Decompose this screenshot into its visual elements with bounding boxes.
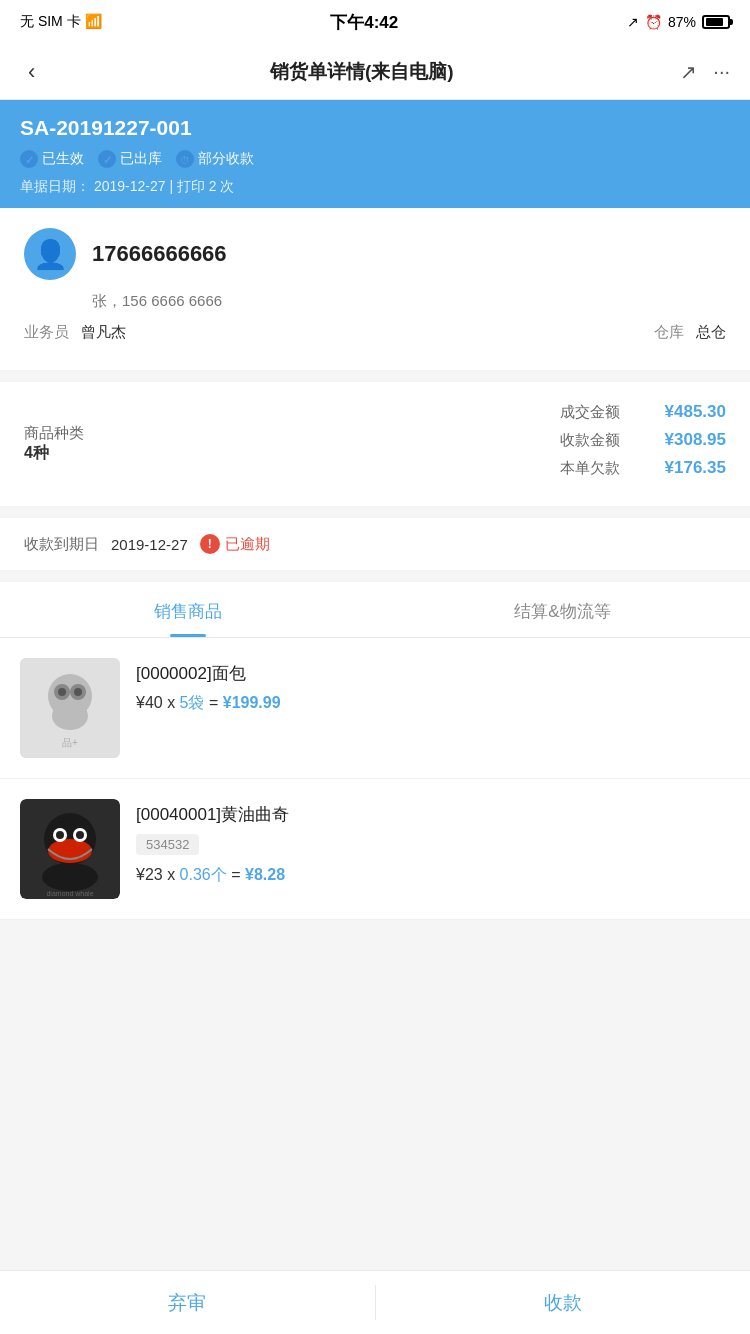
back-button[interactable]: ‹ (20, 51, 43, 93)
product-info-2: [00040001]黄油曲奇 534532 ¥23 x 0.36个 = ¥8.2… (136, 799, 730, 886)
summary-left: 商品种类 4种 (24, 402, 84, 486)
tab-products[interactable]: 销售商品 (0, 582, 375, 637)
header-badges: 已生效 已出库 部分收款 (20, 150, 730, 168)
product-qty-2: 0.36个 (180, 866, 227, 883)
confirm-button[interactable]: 收款 (376, 1271, 751, 1334)
status-time: 下午4:42 (330, 11, 398, 34)
salesperson-value: 曾凡杰 (81, 323, 126, 340)
customer-info-row: 业务员 曾凡杰 仓库 总仓 (24, 323, 726, 342)
product-unit-2: ¥23 x (136, 866, 180, 883)
svg-point-14 (76, 831, 84, 839)
share-icon[interactable]: ↗ (680, 60, 697, 84)
clock-icon-partial (176, 150, 194, 168)
user-icon: 👤 (33, 238, 68, 271)
customer-name: 17666666666 (92, 241, 227, 267)
overdue-label: 已逾期 (225, 535, 270, 554)
product-name-1: [0000002]面包 (136, 662, 730, 685)
status-left: 无 SIM 卡 📶 (20, 13, 102, 31)
svg-point-4 (58, 688, 66, 696)
svg-point-6 (52, 702, 88, 730)
tab-settlement[interactable]: 结算&物流等 (375, 582, 750, 637)
header-banner: SA-20191227-001 已生效 已出库 部分收款 单据日期： 2019-… (0, 100, 750, 208)
check-icon-shipped (98, 150, 116, 168)
svg-point-5 (74, 688, 82, 696)
nav-bar: ‹ 销货单详情(来自电脑) ↗ ··· (0, 44, 750, 100)
summary-section: 商品种类 4种 成交金额 ¥485.30 收款金额 ¥308.95 本单欠款 ¥… (0, 382, 750, 506)
deal-label: 成交金额 (540, 403, 620, 422)
tabs-container: 销售商品 结算&物流等 (0, 582, 750, 637)
type-label: 商品种类 (24, 424, 84, 443)
received-label: 收款金额 (540, 431, 620, 450)
received-value: ¥308.95 (636, 430, 726, 450)
warehouse-info: 仓库 总仓 (654, 323, 726, 342)
product-unit-1: ¥40 x (136, 694, 180, 711)
check-icon-effective (20, 150, 38, 168)
product-info-1: [0000002]面包 ¥40 x 5袋 = ¥199.99 (136, 658, 730, 714)
avatar: 👤 (24, 228, 76, 280)
product-price-2: ¥23 x 0.36个 = ¥8.28 (136, 865, 730, 886)
badge-partial-label: 部分收款 (198, 150, 254, 168)
salesperson-label: 业务员 (24, 323, 69, 340)
debt-label: 本单欠款 (540, 459, 620, 478)
page-title: 销货单详情(来自电脑) (43, 59, 680, 85)
list-item: 品+ [0000002]面包 ¥40 x 5袋 = ¥199.99 (0, 638, 750, 779)
due-label: 收款到期日 (24, 535, 99, 554)
product-image-1: 品+ (20, 658, 120, 758)
status-bar: 无 SIM 卡 📶 下午4:42 ↗ ⏰ 87% (0, 0, 750, 44)
nav-actions: ↗ ··· (680, 60, 730, 84)
product-image-2: diamond whale (20, 799, 120, 899)
print-info: | 打印 2 次 (169, 178, 234, 194)
badge-partial: 部分收款 (176, 150, 254, 168)
summary-right: 成交金额 ¥485.30 收款金额 ¥308.95 本单欠款 ¥176.35 (540, 402, 726, 486)
tabs-section: 销售商品 结算&物流等 (0, 582, 750, 638)
badge-effective: 已生效 (20, 150, 84, 168)
product-name-2: [00040001]黄油曲奇 (136, 803, 730, 826)
due-date-value: 2019-12-27 (111, 536, 188, 553)
date-label: 单据日期： (20, 178, 90, 194)
badge-shipped-label: 已出库 (120, 150, 162, 168)
customer-row: 👤 17666666666 (24, 228, 726, 280)
more-icon[interactable]: ··· (713, 60, 730, 83)
summary-row-received: 收款金额 ¥308.95 (540, 430, 726, 450)
product-price-1: ¥40 x 5袋 = ¥199.99 (136, 693, 730, 714)
bottom-bar: 弃审 收款 (0, 1270, 750, 1334)
overdue-badge: ! 已逾期 (200, 534, 270, 554)
status-right: ↗ ⏰ 87% (627, 14, 730, 30)
svg-point-13 (56, 831, 64, 839)
debt-value: ¥176.35 (636, 458, 726, 478)
product-tag-2: 534532 (136, 834, 199, 855)
summary-row-deal: 成交金额 ¥485.30 (540, 402, 726, 422)
warehouse-value: 总仓 (696, 323, 726, 340)
product-total-1: ¥199.99 (223, 694, 281, 711)
cancel-button[interactable]: 弃审 (0, 1271, 375, 1334)
alarm-icon: ⏰ (645, 14, 662, 30)
svg-point-15 (42, 863, 98, 891)
badge-shipped: 已出库 (98, 150, 162, 168)
deal-value: ¥485.30 (636, 402, 726, 422)
customer-section: 👤 17666666666 张，156 6666 6666 业务员 曾凡杰 仓库… (0, 208, 750, 370)
battery-icon (702, 15, 730, 29)
overdue-icon: ! (200, 534, 220, 554)
location-icon: ↗ (627, 14, 639, 30)
summary-row-debt: 本单欠款 ¥176.35 (540, 458, 726, 478)
svg-text:diamond whale: diamond whale (46, 890, 93, 897)
badge-effective-label: 已生效 (42, 150, 84, 168)
salesperson-info: 业务员 曾凡杰 (24, 323, 126, 342)
product-qty-1: 5袋 (180, 694, 205, 711)
due-section: 收款到期日 2019-12-27 ! 已逾期 (0, 518, 750, 570)
list-item: diamond whale [00040001]黄油曲奇 534532 ¥23 … (0, 779, 750, 920)
products-section: 品+ [0000002]面包 ¥40 x 5袋 = ¥199.99 (0, 638, 750, 920)
order-id: SA-20191227-001 (20, 116, 730, 140)
warehouse-label: 仓库 (654, 323, 684, 340)
type-count: 4种 (24, 443, 84, 464)
svg-text:品+: 品+ (62, 737, 78, 748)
date-value: 2019-12-27 (94, 178, 166, 194)
customer-sub: 张，156 6666 6666 (24, 292, 726, 311)
product-total-2: ¥8.28 (245, 866, 285, 883)
header-date: 单据日期： 2019-12-27 | 打印 2 次 (20, 178, 730, 196)
battery-percent: 87% (668, 14, 696, 30)
